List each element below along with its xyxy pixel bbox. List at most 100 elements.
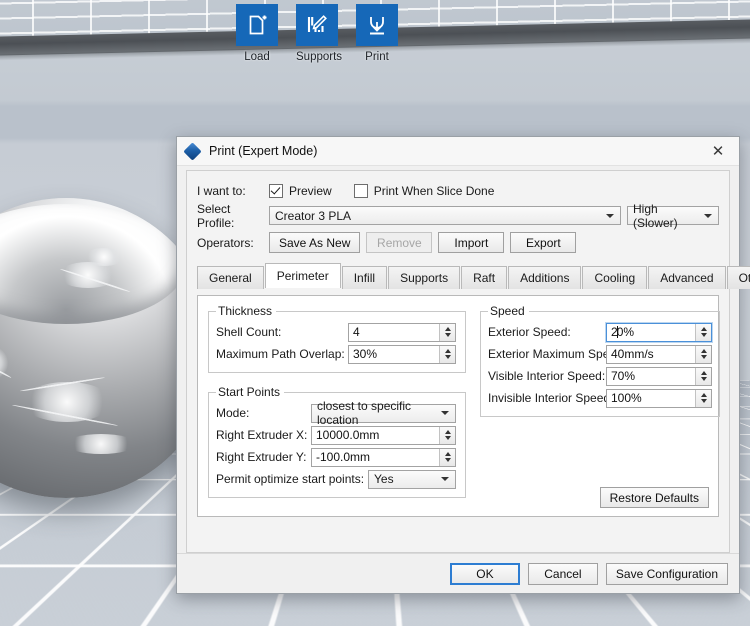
cancel-button[interactable]: Cancel (527, 562, 598, 585)
visible-interior-speed-value[interactable]: 70% (607, 367, 695, 385)
start-mode-label: Mode: (216, 406, 250, 420)
checkbox-print-when-slice-done-box[interactable] (353, 183, 368, 198)
supports-pencil-icon[interactable] (296, 4, 338, 46)
operators-row: Operators: Save As New Remove Import Exp… (197, 231, 719, 254)
thickness-group: Thickness Shell Count: 4 Maximum Path Ov… (208, 304, 466, 373)
i-want-to-row: I want to: Preview Print When Slice Done (197, 179, 719, 202)
permit-optimize-row: Permit optimize start points: Yes (216, 468, 458, 490)
max-path-overlap-row: Maximum Path Overlap: 30% (216, 343, 458, 365)
perimeter-right-column: Speed Exterior Speed: 2 0% Exterior Maxim… (480, 304, 720, 510)
stepper-up-icon[interactable] (444, 452, 451, 456)
tab-additions[interactable]: Additions (508, 266, 582, 289)
remove-button: Remove (366, 232, 433, 253)
restore-defaults-button[interactable]: Restore Defaults (599, 487, 709, 508)
right-extruder-y-spinbox[interactable]: -100.0mm (311, 447, 456, 467)
stepper-up-icon[interactable] (700, 327, 707, 331)
checkbox-preview-box[interactable] (269, 183, 283, 198)
stepper-up-icon[interactable] (444, 349, 451, 353)
exterior-max-speed-spinbox[interactable]: 40mm/s (606, 344, 712, 364)
shell-count-value[interactable]: 4 (349, 323, 439, 341)
exterior-speed-row: Exterior Speed: 2 0% (488, 321, 713, 343)
stepper-up-icon[interactable] (700, 349, 707, 353)
shell-count-row: Shell Count: 4 (216, 321, 458, 343)
shell-count-label: Shell Count: (216, 325, 282, 339)
right-extruder-y-stepper[interactable] (439, 448, 455, 466)
start-mode-row: Mode: closest to specific location (216, 399, 458, 427)
profile-select[interactable]: Creator 3 PLA (269, 206, 621, 225)
tab-others[interactable]: Others (726, 266, 750, 289)
stepper-up-icon[interactable] (700, 371, 707, 375)
toolbar-label-load: Load (244, 51, 270, 63)
exterior-max-speed-value[interactable]: 40mm/s (607, 345, 695, 363)
stepper-down-icon[interactable] (444, 436, 451, 440)
right-extruder-x-value[interactable]: 10000.0mm (312, 426, 439, 444)
tab-perimeter[interactable]: Perimeter (264, 263, 341, 288)
shell-count-stepper[interactable] (439, 323, 455, 341)
invisible-interior-speed-value[interactable]: 100% (607, 389, 695, 407)
speed-group: Speed Exterior Speed: 2 0% Exterior Maxim… (480, 304, 720, 417)
max-path-overlap-value[interactable]: 30% (349, 345, 439, 363)
dialog-titlebar[interactable]: Print (Expert Mode) ✕ (177, 137, 739, 166)
right-extruder-x-stepper[interactable] (439, 426, 455, 444)
stepper-down-icon[interactable] (700, 333, 707, 337)
exterior-speed-spinbox[interactable]: 2 0% (605, 321, 713, 343)
tab-supports[interactable]: Supports (388, 266, 461, 289)
stepper-down-icon[interactable] (444, 333, 451, 337)
toolbar-button-load[interactable]: Load (236, 4, 278, 63)
invisible-interior-speed-row: Invisible Interior Speed: 100% (488, 387, 712, 409)
chevron-down-icon (441, 477, 449, 481)
invisible-interior-speed-stepper[interactable] (695, 389, 711, 407)
save-as-new-button[interactable]: Save As New (269, 232, 361, 253)
right-extruder-x-spinbox[interactable]: 10000.0mm (311, 425, 456, 445)
load-file-icon[interactable] (236, 4, 278, 46)
checkbox-print-when-slice-done-label: Print When Slice Done (373, 183, 495, 198)
max-path-overlap-stepper[interactable] (439, 345, 455, 363)
right-extruder-y-label: Right Extruder Y: (216, 450, 307, 464)
visible-interior-speed-stepper[interactable] (695, 367, 711, 385)
permit-optimize-select[interactable]: Yes (368, 469, 456, 489)
tab-advanced[interactable]: Advanced (648, 266, 726, 289)
print-icon[interactable] (356, 4, 398, 46)
stepper-down-icon[interactable] (700, 399, 707, 403)
close-icon[interactable]: ✕ (697, 138, 739, 165)
toolbar-label-supports: Supports (296, 51, 343, 63)
stepper-up-icon[interactable] (444, 327, 451, 331)
visible-interior-speed-spinbox[interactable]: 70% (606, 366, 712, 386)
exterior-speed-stepper[interactable] (695, 323, 711, 341)
stepper-up-icon[interactable] (444, 430, 451, 434)
checkbox-print-when-slice-done[interactable]: Print When Slice Done (353, 183, 495, 198)
stepper-up-icon[interactable] (700, 393, 707, 397)
right-extruder-y-row: Right Extruder Y: -100.0mm (216, 446, 458, 468)
import-button[interactable]: Import (438, 232, 505, 253)
toolbar-button-supports[interactable]: Supports (296, 4, 343, 63)
quality-select[interactable]: High (Slower) (627, 202, 719, 230)
tab-cooling[interactable]: Cooling (582, 266, 648, 289)
stepper-down-icon[interactable] (700, 355, 707, 359)
exterior-speed-value[interactable]: 2 0% (607, 323, 695, 341)
perimeter-left-column: Thickness Shell Count: 4 Maximum Path Ov… (208, 304, 466, 510)
right-extruder-y-value[interactable]: -100.0mm (312, 448, 439, 466)
tab-raft[interactable]: Raft (461, 266, 508, 289)
stepper-down-icon[interactable] (444, 458, 451, 462)
restore-defaults-wrap: Restore Defaults (599, 487, 709, 508)
export-button[interactable]: Export (510, 232, 577, 253)
floral-motif (84, 248, 124, 266)
invisible-interior-speed-spinbox[interactable]: 100% (606, 388, 712, 408)
max-path-overlap-spinbox[interactable]: 30% (348, 344, 456, 364)
tab-infill[interactable]: Infill (341, 266, 388, 289)
shell-count-spinbox[interactable]: 4 (348, 322, 456, 342)
exterior-max-speed-stepper[interactable] (695, 345, 711, 363)
start-mode-select[interactable]: closest to specific location (311, 399, 456, 427)
ok-button[interactable]: OK (449, 562, 520, 585)
stepper-down-icon[interactable] (444, 355, 451, 359)
select-profile-row: Select Profile: Creator 3 PLA High (Slow… (197, 202, 719, 230)
toolbar-button-print[interactable]: Print (356, 4, 398, 63)
start-points-legend: Start Points (218, 385, 281, 399)
save-configuration-button[interactable]: Save Configuration (605, 562, 728, 585)
stepper-down-icon[interactable] (700, 377, 707, 381)
right-extruder-x-row: Right Extruder X: 10000.0mm (216, 424, 458, 446)
dialog-body: I want to: Preview Print When Slice Done… (186, 170, 750, 553)
app-diamond-icon (183, 141, 202, 161)
checkbox-preview[interactable]: Preview (269, 183, 332, 198)
tab-general[interactable]: General (197, 266, 264, 289)
